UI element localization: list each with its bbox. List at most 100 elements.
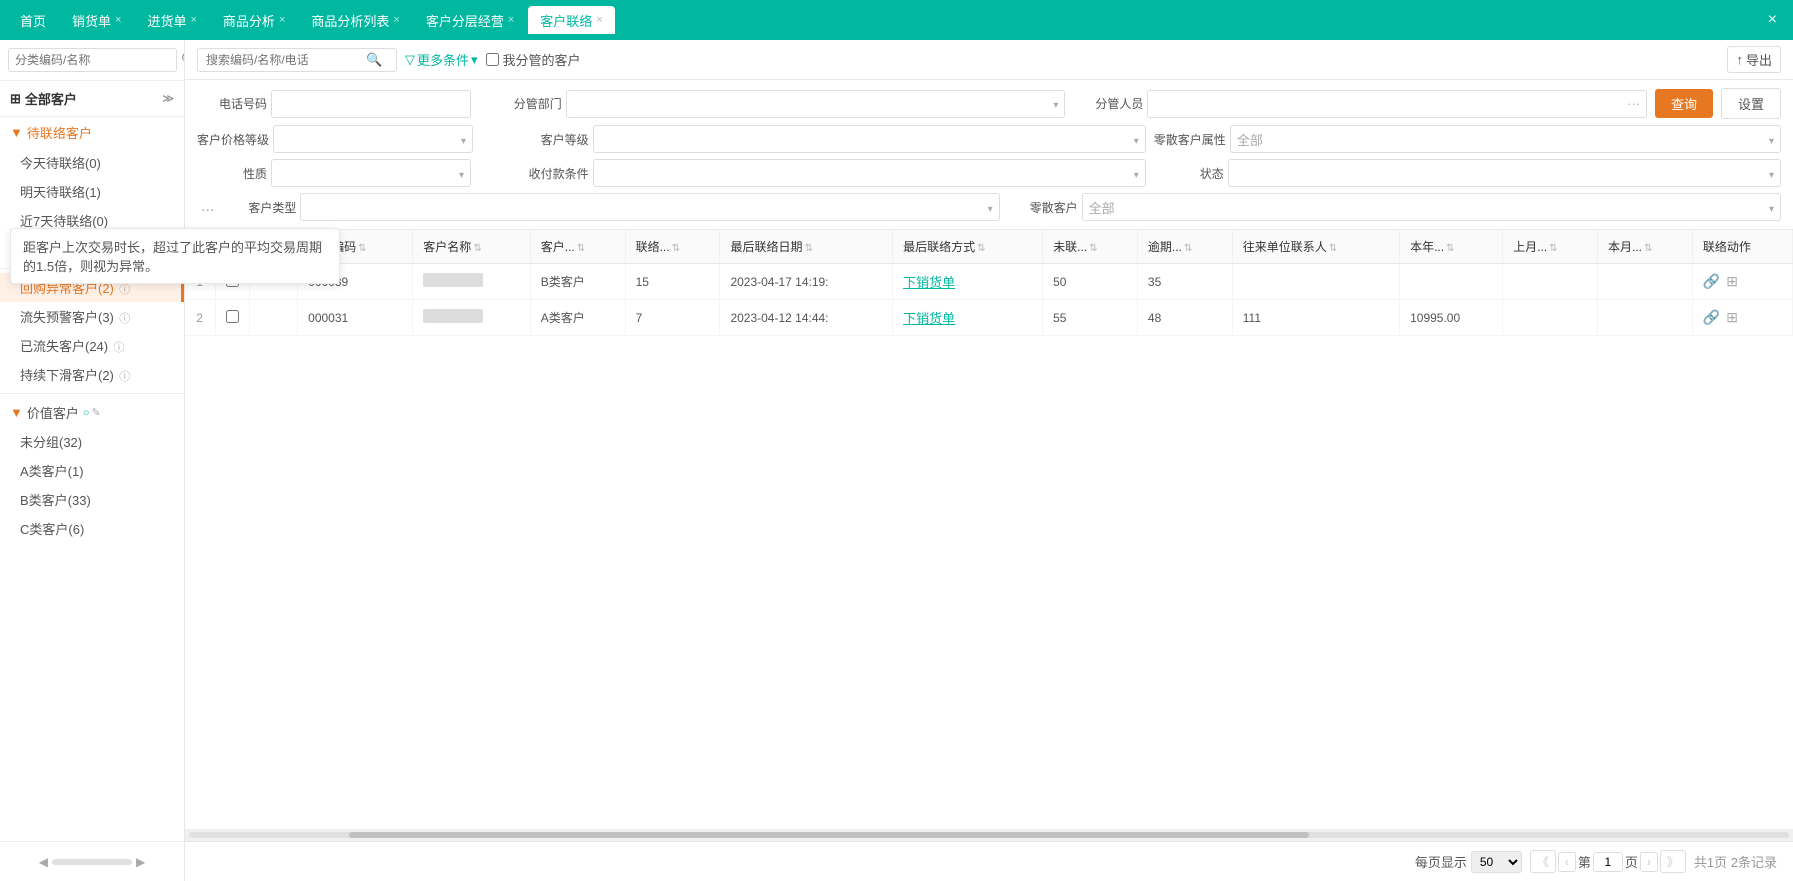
- sidebar-scroll-left[interactable]: ◀: [39, 855, 48, 869]
- filter-icon: ▽: [405, 52, 415, 68]
- customer-search-icon[interactable]: 🔍: [366, 52, 382, 68]
- sidebar-churn-warning[interactable]: 流失预警客户(3) ⓘ: [0, 302, 184, 331]
- row-1-link-icon[interactable]: 🔗: [1703, 273, 1720, 290]
- th-contact-count: 联络...⇅: [625, 230, 720, 264]
- row-1-type: B类客户: [530, 264, 625, 300]
- manager-select[interactable]: ···: [1147, 90, 1647, 118]
- next-page-btn[interactable]: ›: [1640, 852, 1658, 872]
- tab-home[interactable]: 首页: [8, 6, 58, 34]
- tab-customer-contact[interactable]: 客户联络 ×: [528, 6, 614, 34]
- per-page-select[interactable]: 50 100 200: [1471, 851, 1522, 873]
- edit-customer-group-icon[interactable]: ✎: [92, 406, 101, 419]
- close-customer-contact-tab[interactable]: ×: [596, 14, 602, 26]
- sidebar-class-a[interactable]: A类客户(1): [0, 456, 184, 485]
- payment-select[interactable]: [593, 159, 1146, 187]
- tab-product-analysis[interactable]: 商品分析 ×: [211, 6, 297, 34]
- row-2-actions: 🔗 ⊞: [1692, 300, 1792, 336]
- row-2-checkbox[interactable]: [226, 310, 239, 323]
- close-sales-tab[interactable]: ×: [115, 14, 121, 26]
- sort-method-icon[interactable]: ⇅: [977, 243, 985, 254]
- prev-page-btn[interactable]: ‹: [1558, 852, 1576, 872]
- customer-search-input[interactable]: [206, 53, 366, 67]
- row-1-year: [1400, 264, 1503, 300]
- gender-filter: 性质: [197, 159, 511, 187]
- sort-type-icon[interactable]: ⇅: [577, 243, 585, 254]
- row-1-grid-icon[interactable]: ⊞: [1726, 273, 1738, 290]
- status-select[interactable]: [1228, 159, 1781, 187]
- th-this-year: 本年...⇅: [1400, 230, 1503, 264]
- sidebar-collapse-icon[interactable]: ≫: [162, 92, 174, 105]
- window-close-button[interactable]: ×: [1760, 11, 1785, 29]
- sidebar-declining[interactable]: 持续下滑客户(2) ⓘ: [0, 360, 184, 389]
- sort-contact-icon[interactable]: ⇅: [672, 243, 680, 254]
- gender-select[interactable]: [271, 159, 471, 187]
- tab-purchase[interactable]: 进货单 ×: [135, 6, 208, 34]
- retail-customer-select[interactable]: 全部: [1082, 193, 1781, 221]
- row-1-name-blurred: [423, 273, 483, 287]
- row-2-link-icon[interactable]: 🔗: [1703, 309, 1720, 326]
- sort-year-icon[interactable]: ⇅: [1446, 243, 1454, 254]
- page-navigation: 《 ‹ 第 页 › 》: [1530, 850, 1686, 873]
- customer-type-select[interactable]: [300, 193, 999, 221]
- page-input[interactable]: [1593, 852, 1623, 872]
- category-search-input[interactable]: [8, 48, 177, 72]
- tab-customer-tier[interactable]: 客户分层经营 ×: [414, 6, 526, 34]
- horizontal-scrollbar[interactable]: [185, 829, 1793, 841]
- th-name: 客户名称⇅: [413, 230, 530, 264]
- pending-contact-section[interactable]: ▼ 待联络客户: [0, 117, 184, 148]
- tab-product-list[interactable]: 商品分析列表 ×: [299, 6, 411, 34]
- close-product-list-tab[interactable]: ×: [393, 14, 399, 26]
- row-1-action-icons: 🔗 ⊞: [1703, 273, 1782, 290]
- my-customers-checkbox[interactable]: [486, 53, 499, 66]
- query-button[interactable]: 查询: [1655, 89, 1713, 118]
- sort-month-icon[interactable]: ⇅: [1644, 243, 1652, 254]
- row-1-contact: 15: [625, 264, 720, 300]
- sidebar-class-b[interactable]: B类客户(33): [0, 485, 184, 514]
- sidebar-unclassified[interactable]: 未分组(32): [0, 427, 184, 456]
- close-product-analysis-tab[interactable]: ×: [279, 14, 285, 26]
- phone-input[interactable]: [271, 90, 471, 118]
- settings-button[interactable]: 设置: [1721, 88, 1781, 119]
- retail-customer-filter: 零散客户 全部: [1008, 193, 1781, 221]
- tooltip-box: 距客户上次交易时长，超过了此客户的平均交易周期的1.5倍，则视为异常。: [10, 228, 340, 284]
- customer-level-select[interactable]: [593, 125, 1146, 153]
- row-1-method-link[interactable]: 下销货单: [903, 275, 955, 290]
- payment-chevron: [1134, 166, 1139, 181]
- close-purchase-tab[interactable]: ×: [190, 14, 196, 26]
- sidebar-scroll-right[interactable]: ▶: [136, 855, 145, 869]
- more-conditions-btn[interactable]: ▽ 更多条件 ▾: [405, 50, 478, 69]
- close-customer-tier-tab[interactable]: ×: [508, 14, 514, 26]
- manager-dots: ···: [1627, 96, 1640, 111]
- price-level-select[interactable]: [273, 125, 473, 153]
- retail-attr-select[interactable]: 全部: [1230, 125, 1781, 153]
- top-nav: 首页 销货单 × 进货单 × 商品分析 × 商品分析列表 × 客户分层经营 × …: [0, 0, 1793, 40]
- export-button[interactable]: ↑ 导出: [1727, 46, 1781, 73]
- circle-icon[interactable]: ○: [83, 407, 90, 419]
- sort-date-icon[interactable]: ⇅: [804, 243, 812, 254]
- sort-code-icon[interactable]: ⇅: [358, 243, 366, 254]
- sort-lastmonth-icon[interactable]: ⇅: [1549, 243, 1557, 254]
- sort-name-icon[interactable]: ⇅: [473, 243, 481, 254]
- row-2-overdue: 48: [1137, 300, 1232, 336]
- info-icon-churned: ⓘ: [113, 342, 124, 354]
- tab-sales[interactable]: 销货单 ×: [60, 6, 133, 34]
- scrollbar-thumb[interactable]: [349, 832, 1309, 838]
- sidebar-churned[interactable]: 已流失客户(24) ⓘ: [0, 331, 184, 360]
- first-page-btn[interactable]: 《: [1530, 850, 1556, 873]
- sort-overdue-icon[interactable]: ⇅: [1184, 243, 1192, 254]
- last-page-btn[interactable]: 》: [1660, 850, 1686, 873]
- sidebar-tomorrow-contact[interactable]: 明天待联络(1): [0, 177, 184, 206]
- sort-unit-icon[interactable]: ⇅: [1329, 243, 1337, 254]
- row-2-grid-icon[interactable]: ⊞: [1726, 309, 1738, 326]
- filter-dots[interactable]: ...: [197, 198, 218, 216]
- sort-uncontacted-icon[interactable]: ⇅: [1089, 243, 1097, 254]
- row-2-method-link[interactable]: 下销货单: [903, 311, 955, 326]
- row-2-name-blurred: [423, 309, 483, 323]
- retail-attr-label: 零散客户属性: [1154, 131, 1226, 148]
- dept-select[interactable]: [566, 90, 1066, 118]
- row-1-overdue: 35: [1137, 264, 1232, 300]
- sidebar-class-c[interactable]: C类客户(6): [0, 514, 184, 543]
- sidebar-today-contact[interactable]: 今天待联络(0): [0, 148, 184, 177]
- export-icon: ↑: [1736, 52, 1743, 67]
- chevron-down-more: ▾: [471, 52, 478, 68]
